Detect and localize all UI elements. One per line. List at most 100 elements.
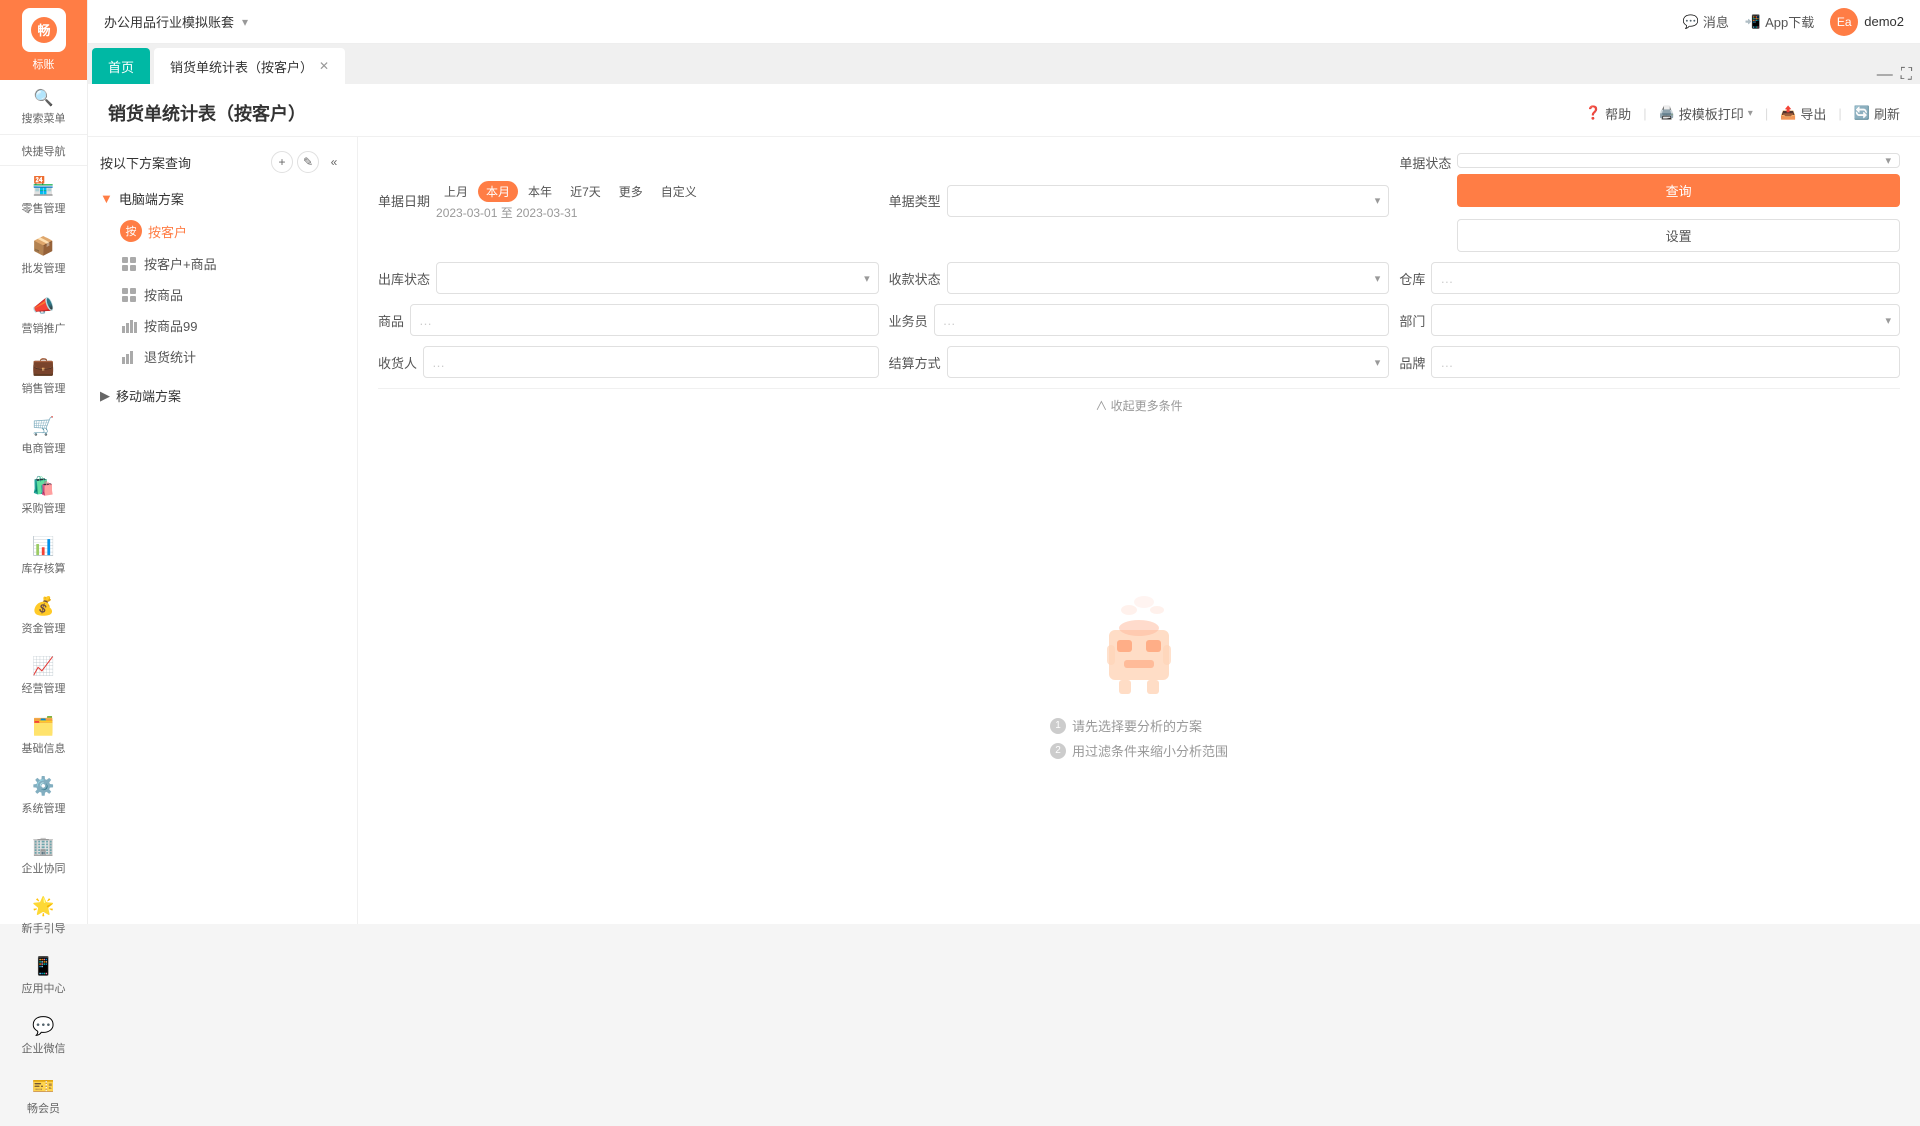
sidebar-item-purchase[interactable]: 🛍️ 采购管理 — [0, 466, 87, 526]
collapse-icon: « — [331, 155, 338, 169]
salesperson-control[interactable]: … — [934, 304, 1390, 336]
tree-item-by-product[interactable]: 按商品 — [88, 279, 357, 310]
message-button[interactable]: 💬 消息 — [1683, 12, 1729, 31]
desktop-group-header[interactable]: ▼ 电脑端方案 — [88, 183, 357, 214]
refresh-icon: 🔄 — [1854, 105, 1870, 121]
marketing-icon: 📣 — [32, 296, 54, 317]
tab-home[interactable]: 首页 — [92, 48, 150, 84]
out-status-control[interactable]: ▾ — [436, 262, 879, 294]
sidebar-item-corpwechat[interactable]: 💬 企业微信 — [0, 1006, 87, 1066]
print-button[interactable]: 🖨️ 按模板打印 ▾ — [1659, 104, 1753, 123]
refresh-label: 刷新 — [1874, 104, 1900, 123]
department-label: 部门 — [1399, 311, 1425, 330]
date-btn-this-month[interactable]: 本月 — [478, 181, 518, 202]
operations-label: 经营管理 — [22, 680, 66, 696]
sidebar-item-finance[interactable]: 💰 资金管理 — [0, 586, 87, 646]
tree-item-return-stats[interactable]: 退货统计 — [88, 341, 357, 372]
avatar: Ea — [1830, 8, 1858, 36]
tree-group-mobile: ▶ 移动端方案 — [88, 376, 357, 415]
purchase-icon: 🛍️ — [32, 476, 54, 497]
settings-button[interactable]: 设置 — [1457, 219, 1900, 252]
filter-row-1: 单据日期 上月 本月 本年 近7天 更多 自定义 20 — [378, 149, 1900, 252]
sidebar-item-wholesale[interactable]: 📦 批发管理 — [0, 226, 87, 286]
sidebar-item-basic[interactable]: 🗂️ 基础信息 — [0, 706, 87, 766]
user-profile[interactable]: Ea demo2 — [1830, 8, 1904, 36]
help-icon: ❓ — [1585, 105, 1601, 121]
add-scheme-button[interactable]: + — [271, 151, 293, 173]
doc-type-control[interactable]: ▾ — [947, 185, 1390, 217]
empty-tips: 1 请先选择要分析的方案 2 用过滤条件来缩小分析范围 — [1050, 716, 1228, 766]
mobile-expand-icon: ▶ — [100, 388, 110, 404]
sidebar-item-enterprise[interactable]: 🏢 企业协同 — [0, 826, 87, 886]
sidebar-search[interactable]: 🔍 搜索菜单 — [0, 80, 87, 135]
desktop-group-label: 电脑端方案 — [119, 189, 184, 208]
tab-sales-stats[interactable]: 销货单统计表（按客户） ✕ — [154, 48, 345, 84]
print-icon: 🖨️ — [1659, 105, 1675, 121]
brand-control[interactable]: … — [1431, 346, 1900, 378]
tab-minimize-icon[interactable]: — — [1877, 66, 1893, 84]
export-button[interactable]: 📤 导出 — [1780, 104, 1826, 123]
tree-item-by-customer[interactable]: 按 按客户 — [88, 214, 357, 248]
collapse-panel-button[interactable]: « — [323, 151, 345, 173]
corpwechat-icon: 💬 — [32, 1016, 54, 1037]
left-panel-header: 按以下方案查询 + ✎ « — [88, 145, 357, 179]
left-panel: 按以下方案查询 + ✎ « — [88, 137, 358, 924]
newbie-icon: 🌟 — [32, 896, 54, 917]
sales-label: 销售管理 — [22, 380, 66, 396]
print-dropdown-icon: ▾ — [1748, 108, 1753, 119]
collapse-label[interactable]: ∧ 收起更多条件 — [1095, 399, 1182, 413]
product-control[interactable]: … — [410, 304, 879, 336]
brand-label: 品牌 — [1399, 353, 1425, 372]
topbar-dropdown-icon[interactable]: ▾ — [242, 15, 248, 29]
operations-icon: 📈 — [32, 656, 54, 677]
topbar-left: 办公用品行业模拟账套 ▾ — [104, 12, 248, 31]
sidebar-item-newbie[interactable]: 🌟 新手引导 — [0, 886, 87, 946]
sidebar-item-inventory[interactable]: 📊 库存核算 — [0, 526, 87, 586]
appcenter-label: 应用中心 — [22, 980, 66, 996]
sidebar-nav[interactable]: 快捷导航 — [0, 135, 87, 166]
inventory-icon: 📊 — [32, 536, 54, 557]
doc-status-label: 单据状态 — [1399, 153, 1451, 172]
sidebar-item-operations[interactable]: 📈 经营管理 — [0, 646, 87, 706]
finance-label: 资金管理 — [22, 620, 66, 636]
date-btn-more[interactable]: 更多 — [611, 181, 651, 202]
department-control[interactable]: ▾ — [1431, 304, 1900, 336]
sidebar-item-vip[interactable]: 🎫 畅会员 — [0, 1066, 87, 1126]
app-download-button[interactable]: 📲 App下载 — [1745, 12, 1814, 31]
settlement-control[interactable]: ▾ — [947, 346, 1390, 378]
mobile-group-header[interactable]: ▶ 移动端方案 — [88, 380, 357, 411]
query-button[interactable]: 查询 — [1457, 174, 1900, 207]
sidebar-item-appcenter[interactable]: 📱 应用中心 — [0, 946, 87, 1006]
sidebar-item-ecommerce[interactable]: 🛒 电商管理 — [0, 406, 87, 466]
product-filter: 商品 … — [378, 304, 879, 336]
product-value: … — [419, 313, 432, 328]
tip-text-2: 用过滤条件来缩小分析范围 — [1072, 741, 1228, 760]
edit-scheme-button[interactable]: ✎ — [297, 151, 319, 173]
tab-close-icon[interactable]: ✕ — [319, 59, 329, 73]
product-label: 商品 — [378, 311, 404, 330]
warehouse-control[interactable]: … — [1431, 262, 1900, 294]
sidebar-item-sales[interactable]: 💼 销售管理 — [0, 346, 87, 406]
brand-filter: 品牌 … — [1399, 346, 1900, 378]
logo[interactable]: 畅 标账 — [0, 0, 87, 80]
receiver-control[interactable]: … — [423, 346, 879, 378]
date-btn-7days[interactable]: 近7天 — [562, 181, 609, 202]
sidebar-item-system[interactable]: ⚙️ 系统管理 — [0, 766, 87, 826]
date-btn-custom[interactable]: 自定义 — [653, 181, 705, 202]
date-btn-last-month[interactable]: 上月 — [436, 181, 476, 202]
tab-maximize-icon[interactable]: ⛶ — [1901, 66, 1912, 84]
help-button[interactable]: ❓ 帮助 — [1585, 104, 1631, 123]
sidebar-item-retail[interactable]: 🏪 零售管理 — [0, 166, 87, 226]
receiver-value: … — [432, 355, 445, 370]
payment-status-control[interactable]: ▾ — [947, 262, 1390, 294]
basic-icon: 🗂️ — [32, 716, 54, 737]
refresh-button[interactable]: 🔄 刷新 — [1854, 104, 1900, 123]
empty-tip-2: 2 用过滤条件来缩小分析范围 — [1050, 741, 1228, 760]
filter-grid: 单据日期 上月 本月 本年 近7天 更多 自定义 20 — [358, 137, 1920, 388]
date-btn-this-year[interactable]: 本年 — [520, 181, 560, 202]
tree-item-by-customer-product[interactable]: 按客户+商品 — [88, 248, 357, 279]
doc-status-control[interactable]: ▾ — [1457, 153, 1900, 168]
topbar-right: 💬 消息 📲 App下载 Ea demo2 — [1683, 8, 1904, 36]
tree-item-by-product-99[interactable]: 按商品99 — [88, 310, 357, 341]
sidebar-item-marketing[interactable]: 📣 营销推广 — [0, 286, 87, 346]
